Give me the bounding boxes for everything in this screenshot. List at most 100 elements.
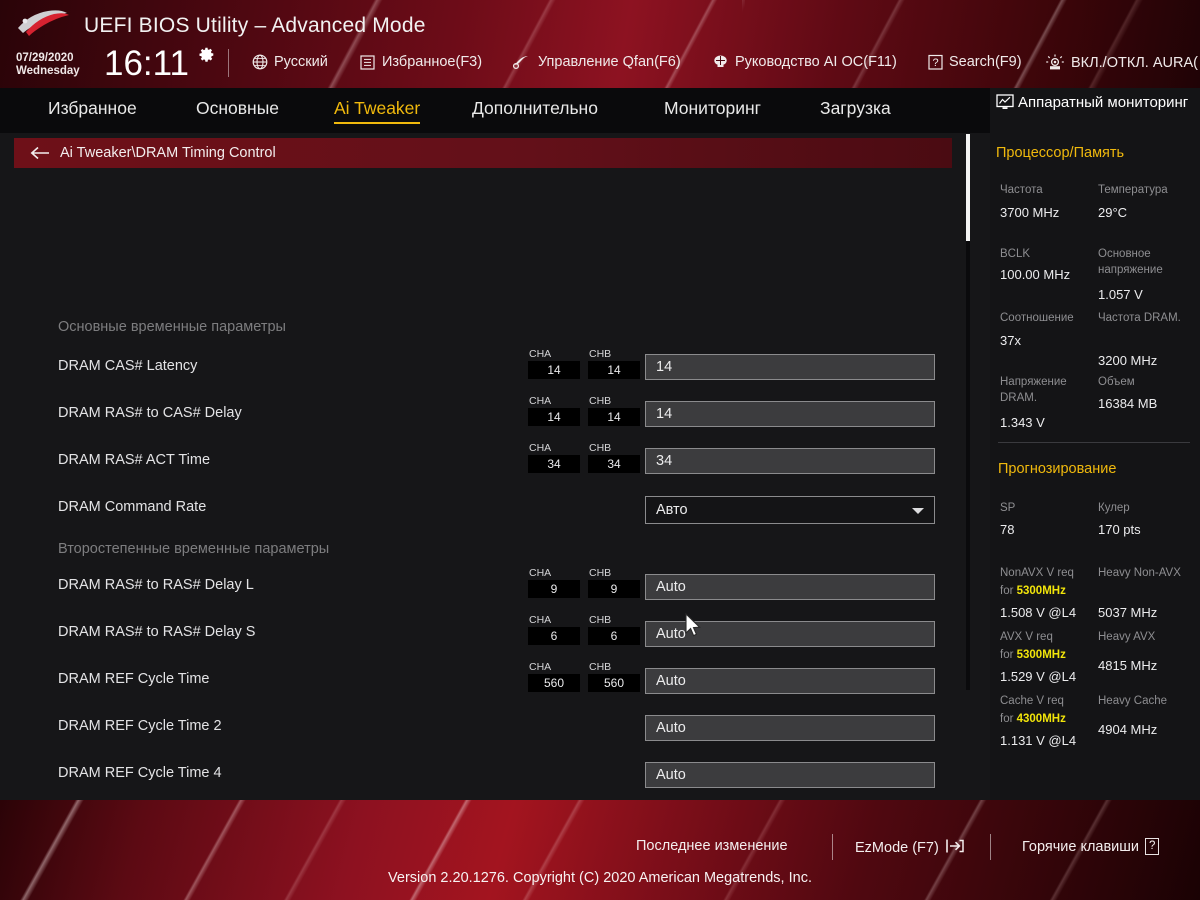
chb-label: CHB (589, 661, 612, 673)
metric-key-dram-voltage: Напряжение DRAM. (1000, 376, 1067, 404)
metric-value-frequency: 3700 MHz (1000, 205, 1060, 220)
metric-key-avx-for: for 5300MHz (1000, 649, 1066, 661)
gear-icon[interactable] (198, 46, 215, 63)
metric-value-nonavx-vreq: 1.508 V @L4 (1000, 605, 1077, 620)
metric-value-dram-frequency: 3200 MHz (1098, 353, 1158, 368)
header-item-qfan[interactable]: Управление Qfan(F6) (512, 54, 681, 70)
tab-monitor[interactable]: Мониторинг (664, 98, 761, 122)
cha-indicator: CHA 14 (528, 348, 580, 379)
cha-value: 9 (528, 580, 580, 598)
sidebar-section-cpu-memory: Процессор/Память (996, 145, 1125, 161)
question-box-icon: ? (928, 54, 943, 70)
metric-value-heavy-nonavx: 5037 MHz (1098, 605, 1158, 620)
footer-separator-2 (990, 834, 991, 860)
exit-arrow-icon (945, 838, 965, 858)
avx-target-frequency: 5300MHz (1016, 649, 1066, 661)
input-cas-latency[interactable]: 14 (645, 354, 935, 380)
cha-value: 14 (528, 408, 580, 426)
chb-value: 14 (588, 361, 640, 379)
setting-label-ras-delay-s: DRAM RAS# to RAS# Delay S (58, 624, 256, 640)
chevron-down-icon[interactable] (912, 508, 924, 514)
sidebar-divider (998, 442, 1190, 443)
footer-label: EzMode (F7) (855, 840, 939, 856)
metric-key-cache-vreq: Cache V req (1000, 695, 1064, 707)
footer-hotkeys[interactable]: Горячие клавиши ? (1022, 838, 1160, 855)
input-ras-delay-s[interactable]: Auto (645, 621, 935, 647)
header-item-language[interactable]: Русский (252, 54, 328, 70)
metric-key-cooler: Кулер (1098, 502, 1130, 514)
header-item-ai-oc-guide[interactable]: Руководство AI OC(F11) (712, 54, 897, 70)
input-ras-act-time[interactable]: 34 (645, 448, 935, 474)
header-item-aura-toggle[interactable]: ВКЛ./ОТКЛ. AURA( (1045, 54, 1198, 71)
cha-label: CHA (529, 567, 552, 579)
metric-key-cache-for: for 4300MHz (1000, 713, 1066, 725)
tab-ai-tweaker[interactable]: Ai Tweaker (334, 98, 421, 124)
cha-indicator: CHA 14 (528, 395, 580, 426)
metric-value-sp: 78 (1000, 522, 1015, 537)
header-item-label: Избранное(F3) (382, 54, 483, 70)
version-text: Version 2.20.1276. Copyright (C) 2020 Am… (388, 870, 812, 886)
group-title-primary: Основные временные параметры (58, 319, 286, 335)
metric-key-nonavx-for: for 5300MHz (1000, 585, 1066, 597)
chb-indicator: CHB 6 (588, 614, 640, 645)
nonavx-target-frequency: 5300MHz (1016, 585, 1066, 597)
setting-label-cas-latency: DRAM CAS# Latency (58, 358, 198, 374)
header-item-search[interactable]: ? Search(F9) (928, 54, 1022, 70)
setting-label-ras-to-cas: DRAM RAS# to CAS# Delay (58, 405, 242, 421)
cha-label: CHA (529, 395, 552, 407)
metric-key-heavy-avx: Heavy AVX (1098, 631, 1156, 643)
tab-main[interactable]: Основные (196, 98, 279, 122)
svg-text:?: ? (932, 57, 938, 69)
globe-icon (252, 54, 268, 70)
metric-value-temperature: 29°C (1098, 205, 1128, 220)
cache-target-frequency: 4300MHz (1016, 713, 1066, 725)
main-panel: Ai Tweaker\DRAM Timing Control Основные … (0, 133, 990, 862)
tab-boot[interactable]: Загрузка (820, 98, 891, 122)
input-ref-cycle-4[interactable]: Auto (645, 762, 935, 788)
header-separator-1 (228, 49, 229, 77)
metric-value-ratio: 37x (1000, 333, 1021, 348)
chb-value: 560 (588, 674, 640, 692)
metric-key-heavy-cache: Heavy Cache (1098, 695, 1168, 707)
metric-value-core-voltage: 1.057 V (1098, 287, 1143, 302)
clock-display: 16:11 (104, 44, 189, 83)
select-command-rate[interactable]: Авто (645, 496, 935, 524)
setting-label-ras-delay-l: DRAM RAS# to RAS# Delay L (58, 577, 254, 593)
cha-label: CHA (529, 348, 552, 360)
main-nav: Избранное Основные Ai Tweaker Дополнител… (0, 88, 990, 133)
tab-advanced[interactable]: Дополнительно (472, 98, 598, 122)
sidebar-section-prediction: Прогнозирование (998, 461, 1117, 477)
rog-logo-icon (18, 10, 69, 36)
chb-indicator: CHB 14 (588, 395, 640, 426)
setting-label-ras-act-time: DRAM RAS# ACT Time (58, 452, 211, 468)
footer-last-modified[interactable]: Последнее изменение (636, 838, 788, 854)
arrow-left-icon[interactable] (30, 146, 50, 160)
cha-label: CHA (529, 442, 552, 454)
setting-label-command-rate: DRAM Command Rate (58, 499, 207, 515)
cha-indicator: CHA 9 (528, 567, 580, 598)
footer-label: Горячие клавиши (1022, 838, 1140, 855)
footer-ezmode[interactable]: EzMode (F7) (855, 838, 965, 858)
cha-value: 6 (528, 627, 580, 645)
input-ras-delay-l[interactable]: Auto (645, 574, 935, 600)
cha-indicator: CHA 560 (528, 661, 580, 692)
breadcrumb[interactable]: Ai Tweaker\DRAM Timing Control (14, 138, 952, 168)
chb-indicator: CHB 9 (588, 567, 640, 598)
metric-value-dram-voltage: 1.343 V (1000, 415, 1045, 430)
header-item-label: ВКЛ./ОТКЛ. AURA( (1071, 54, 1198, 71)
date-display: 07/29/2020 Wednesday (16, 52, 80, 78)
cha-label: CHA (529, 661, 552, 673)
chb-indicator: CHB 14 (588, 348, 640, 379)
header-item-favorites[interactable]: Избранное(F3) (360, 54, 482, 70)
input-ref-cycle[interactable]: Auto (645, 668, 935, 694)
metric-value-bclk: 100.00 MHz (1000, 267, 1071, 282)
chb-value: 9 (588, 580, 640, 598)
question-key-icon: ? (1145, 838, 1160, 855)
setting-label-ref-cycle: DRAM REF Cycle Time (58, 671, 210, 687)
tab-favorites[interactable]: Избранное (48, 98, 137, 122)
scrollbar-thumb[interactable] (966, 134, 970, 241)
chb-label: CHB (589, 442, 612, 454)
footer-separator-1 (832, 834, 833, 860)
input-ras-to-cas[interactable]: 14 (645, 401, 935, 427)
input-ref-cycle-2[interactable]: Auto (645, 715, 935, 741)
